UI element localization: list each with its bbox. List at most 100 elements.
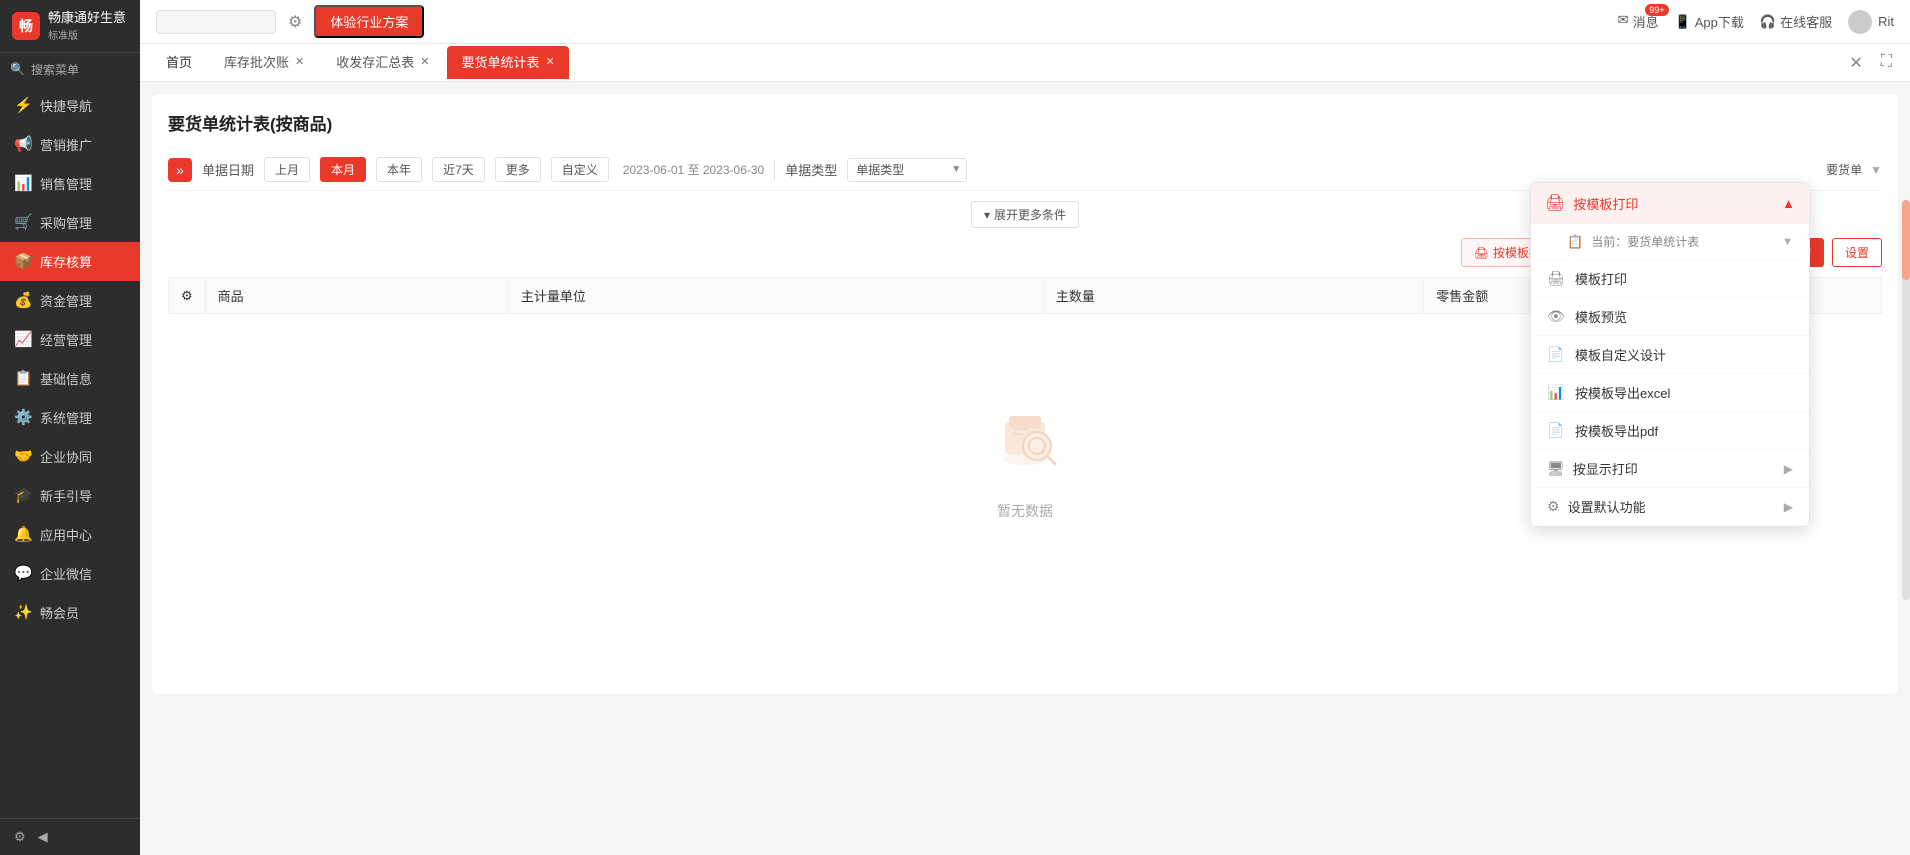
- sidebar: 畅 畅康通好生意 标准版 🔍 搜索菜单 ⚡ 快捷导航 📢 营销推广 📊 销售管理…: [0, 0, 140, 855]
- inventory-icon: 📦: [14, 252, 32, 270]
- display-print-left: 🖥 按显示打印: [1547, 459, 1638, 478]
- current-chevron[interactable]: ▼: [1782, 236, 1793, 248]
- tab-collection-close[interactable]: ✕: [420, 55, 429, 68]
- page-title: 要货单统计表(按商品): [168, 110, 1882, 135]
- date-btn-custom[interactable]: 自定义: [551, 157, 609, 182]
- sidebar-item-quicknav[interactable]: ⚡ 快捷导航: [0, 86, 140, 125]
- sidebar-item-collab[interactable]: 🤝 企业协同: [0, 437, 140, 476]
- tab-batch[interactable]: 库存批次账 ✕: [210, 46, 318, 79]
- app-logo-icon: 畅: [12, 12, 40, 40]
- tab-batch-close[interactable]: ✕: [295, 55, 304, 68]
- sidebar-nav: ⚡ 快捷导航 📢 营销推广 📊 销售管理 🛒 采购管理 📦 库存核算 💰 资金管…: [0, 86, 140, 818]
- dropdown-item-export-pdf[interactable]: 📄 按模板导出pdf: [1531, 412, 1809, 450]
- sidebar-item-wechat[interactable]: 💬 企业微信: [0, 554, 140, 593]
- topbar-search-input[interactable]: [156, 10, 276, 34]
- basic-icon: 📋: [14, 369, 32, 387]
- export-excel-icon: 📊: [1547, 384, 1567, 401]
- sidebar-item-marketing[interactable]: 📢 营销推广: [0, 125, 140, 164]
- purchase-icon: 🛒: [14, 213, 32, 231]
- sidebar-item-inventory[interactable]: 📦 库存核算: [0, 242, 140, 281]
- date-range-display: 2023-06-01 至 2023-06-30: [623, 161, 764, 178]
- empty-illustration: [985, 394, 1065, 489]
- sidebar-item-operation[interactable]: 📈 经营管理: [0, 320, 140, 359]
- tab-home[interactable]: 首页: [152, 46, 206, 79]
- tab-bar-close-btn[interactable]: ✕: [1843, 51, 1868, 75]
- online-service-btn[interactable]: 🎧 在线客服: [1760, 12, 1832, 31]
- expand-icon: ▾: [984, 208, 990, 222]
- sidebar-item-system[interactable]: ⚙️ 系统管理: [0, 398, 140, 437]
- app-download-btn[interactable]: 📱 App下载: [1675, 12, 1744, 31]
- tab-collection[interactable]: 收发存汇总表 ✕: [322, 46, 443, 79]
- date-label: 单据日期: [202, 160, 254, 179]
- date-btn-7days[interactable]: 近7天: [432, 157, 485, 182]
- set-default-arrow: ▶: [1784, 500, 1793, 514]
- col-goods: 商品: [205, 278, 508, 314]
- sidebar-item-appstore[interactable]: 🔔 应用中心: [0, 515, 140, 554]
- newbie-icon: 🎓: [14, 486, 32, 504]
- tab-order-stats[interactable]: 要货单统计表 ✕: [447, 46, 568, 79]
- template-print-icon: 🖨: [1547, 270, 1567, 287]
- dropdown-item-template-preview[interactable]: 👁 模板预览: [1531, 298, 1809, 336]
- filter-toggle-btn[interactable]: »: [168, 158, 192, 182]
- dropdown-printer-icon: 🖨: [1545, 193, 1565, 213]
- right-scrollbar[interactable]: [1902, 200, 1910, 600]
- messages-btn[interactable]: ✉ 消息 99+: [1618, 12, 1659, 31]
- dropdown-up-chevron[interactable]: ▲: [1782, 196, 1795, 211]
- sidebar-item-purchase[interactable]: 🛒 采购管理: [0, 203, 140, 242]
- tab-bar-expand-btn[interactable]: ⛶: [1875, 51, 1898, 75]
- tab-order-stats-close[interactable]: ✕: [546, 55, 555, 68]
- settings-table-btn[interactable]: 设置: [1832, 238, 1882, 267]
- sidebar-item-newbie[interactable]: 🎓 新手引导: [0, 476, 140, 515]
- collab-icon: 🤝: [14, 447, 32, 465]
- expand-more-btn[interactable]: ▾ 展开更多条件: [971, 201, 1079, 228]
- sidebar-logo: 畅 畅康通好生意 标准版: [0, 0, 140, 53]
- dropdown-item-export-excel[interactable]: 📊 按模板导出excel: [1531, 374, 1809, 412]
- sidebar-search[interactable]: 🔍 搜索菜单: [0, 53, 140, 86]
- set-default-icon: ⚙: [1547, 498, 1560, 515]
- topbar-gear-icon[interactable]: ⚙: [288, 12, 302, 32]
- sidebar-item-sales[interactable]: 📊 销售管理: [0, 164, 140, 203]
- promo-button[interactable]: 体验行业方案: [314, 5, 424, 38]
- printer-icon: 🖨: [1474, 246, 1489, 260]
- dropdown-item-template-design[interactable]: 📄 模板自定义设计: [1531, 336, 1809, 374]
- template-design-icon: 📄: [1547, 346, 1567, 363]
- dropdown-sub-display-print[interactable]: 🖥 按显示打印 ▶: [1531, 450, 1809, 488]
- quicknav-icon: ⚡: [14, 96, 32, 114]
- date-btn-more[interactable]: 更多: [495, 157, 541, 182]
- dropdown-sub-set-default[interactable]: ⚙ 设置默认功能 ▶: [1531, 488, 1809, 526]
- date-btn-this-month[interactable]: 本月: [320, 157, 366, 182]
- settings-icon[interactable]: ⚙: [14, 829, 26, 845]
- topbar: ⚙ 体验行业方案 ✉ 消息 99+ 📱 App下载 🎧 在线客服 Rit: [140, 0, 1910, 44]
- col-unit: 主计量单位: [508, 278, 1043, 314]
- type-select[interactable]: 单据类型: [847, 158, 967, 182]
- print-dropdown: 🖨 按模板打印 ▲ 📋 当前：要货单统计表 ▼ 🖨 模板打印 👁: [1530, 182, 1810, 527]
- dropdown-header-actions: ▲: [1782, 196, 1795, 211]
- template-preview-icon: 👁: [1547, 308, 1567, 325]
- headset-icon: 🎧: [1760, 14, 1776, 30]
- dropdown-current-item: 📋 当前：要货单统计表 ▼: [1531, 224, 1809, 260]
- user-menu[interactable]: Rit: [1848, 10, 1894, 34]
- tabs-bar-right: ✕ ⛶: [1843, 51, 1898, 75]
- tabs-bar: 首页 库存批次账 ✕ 收发存汇总表 ✕ 要货单统计表 ✕ ✕ ⛶: [140, 44, 1910, 82]
- dropdown-item-template-print[interactable]: 🖨 模板打印: [1531, 260, 1809, 298]
- message-icon: ✉: [1618, 12, 1629, 31]
- search-icon: 🔍: [10, 62, 25, 76]
- export-pdf-icon: 📄: [1547, 422, 1567, 439]
- filter-type-dropdown-arrow[interactable]: ▼: [1870, 163, 1882, 177]
- marketing-icon: 📢: [14, 135, 32, 153]
- topbar-left: ⚙ 体验行业方案: [156, 5, 424, 38]
- filter-divider: [774, 160, 775, 180]
- display-print-arrow: ▶: [1784, 462, 1793, 476]
- date-btn-this-year[interactable]: 本年: [376, 157, 422, 182]
- sidebar-item-finance[interactable]: 💰 资金管理: [0, 281, 140, 320]
- main-area: ⚙ 体验行业方案 ✉ 消息 99+ 📱 App下载 🎧 在线客服 Rit: [140, 0, 1910, 855]
- wechat-icon: 💬: [14, 564, 32, 582]
- col-qty: 主数量: [1043, 278, 1423, 314]
- date-btn-last-month[interactable]: 上月: [264, 157, 310, 182]
- collapse-icon[interactable]: ◀: [38, 829, 48, 845]
- col-settings[interactable]: ⚙: [169, 278, 206, 314]
- sidebar-footer: ⚙ ◀: [0, 818, 140, 855]
- sidebar-item-basic[interactable]: 📋 基础信息: [0, 359, 140, 398]
- current-template-icon: 📋: [1567, 234, 1583, 250]
- sidebar-item-member[interactable]: ✨ 畅会员: [0, 593, 140, 632]
